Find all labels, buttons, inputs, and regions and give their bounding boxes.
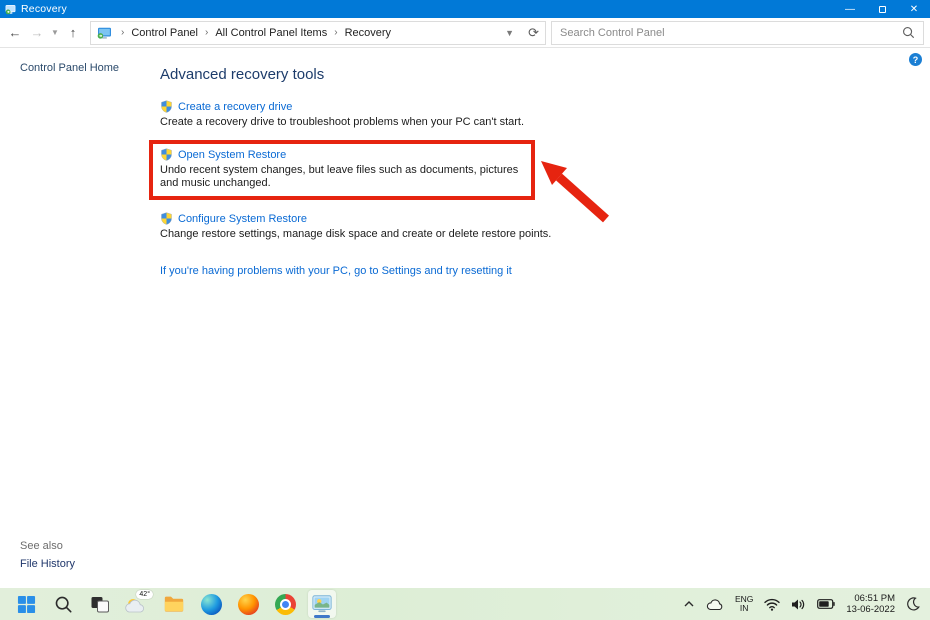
uac-shield-icon [160, 100, 173, 113]
breadcrumb-separator: › [327, 27, 344, 38]
configure-system-restore-link[interactable]: Configure System Restore [178, 213, 307, 225]
breadcrumb-control-panel[interactable]: Control Panel [131, 27, 198, 39]
configure-system-restore-description: Change restore settings, manage disk spa… [160, 228, 730, 241]
wifi-icon[interactable] [764, 598, 780, 611]
file-explorer-button[interactable] [160, 590, 188, 618]
sidebar-item-control-panel-home[interactable]: Control Panel Home [20, 62, 119, 74]
open-system-restore-description: Undo recent system changes, but leave fi… [160, 164, 524, 190]
task-view-icon [90, 594, 110, 614]
search-icon[interactable] [902, 26, 915, 39]
recovery-task-configure-system-restore: Configure System Restore Change restore … [160, 212, 730, 241]
help-button[interactable]: ? [909, 53, 922, 66]
uac-shield-icon [160, 212, 173, 225]
create-recovery-drive-description: Create a recovery drive to troubleshoot … [160, 116, 730, 129]
clock-time: 06:51 PM [846, 593, 895, 604]
recovery-task-create-drive: Create a recovery drive Create a recover… [160, 100, 730, 129]
go-to-settings-link[interactable]: If you're having problems with your PC, … [160, 265, 512, 277]
open-system-restore-link[interactable]: Open System Restore [178, 149, 286, 161]
back-button[interactable]: ← [4, 22, 26, 44]
uac-shield-icon [160, 148, 173, 161]
task-view-button[interactable] [86, 590, 114, 618]
taskbar-search-button[interactable] [49, 590, 77, 618]
clock-date: 13-06-2022 [846, 604, 895, 615]
minimize-button[interactable]: — [834, 0, 866, 18]
window-title: Recovery [21, 3, 67, 15]
firefox-button[interactable] [234, 590, 262, 618]
see-also-label: See also [20, 540, 63, 552]
show-hidden-icons-chevron-icon[interactable] [683, 600, 695, 608]
title-bar: Recovery — ✕ [0, 0, 930, 18]
widgets-weather-button[interactable]: 42° [123, 590, 151, 618]
sidebar-item-file-history[interactable]: File History [20, 558, 75, 570]
control-panel-icon [97, 27, 112, 39]
recovery-app-icon [5, 4, 16, 15]
chrome-button[interactable] [271, 590, 299, 618]
recovery-task-open-system-restore: Open System Restore Undo recent system c… [160, 148, 524, 190]
main-panel: Advanced recovery tools Create a recover… [160, 66, 730, 279]
control-panel-window-icon [311, 593, 333, 615]
chrome-icon [275, 594, 296, 615]
weather-temperature: 42° [136, 590, 153, 599]
search-box[interactable] [551, 21, 924, 45]
history-dropdown-chevron-icon[interactable]: ▼ [48, 22, 62, 44]
onedrive-cloud-icon[interactable] [706, 598, 724, 611]
window-content: ? Control Panel Home See also File Histo… [0, 48, 930, 588]
breadcrumb: › Control Panel › All Control Panel Item… [114, 27, 391, 39]
edge-icon [201, 594, 222, 615]
battery-icon[interactable] [817, 599, 835, 609]
close-button[interactable]: ✕ [898, 0, 930, 18]
forward-button[interactable]: → [26, 22, 48, 44]
search-icon [54, 595, 73, 614]
search-input[interactable] [560, 27, 902, 39]
navigation-toolbar: ← → ▼ ↑ › Control Panel › All Control Pa… [0, 18, 930, 48]
breadcrumb-separator: › [114, 27, 131, 38]
create-recovery-drive-link[interactable]: Create a recovery drive [178, 101, 292, 113]
start-button[interactable] [12, 590, 40, 618]
folder-icon [163, 593, 185, 615]
up-button[interactable]: ↑ [62, 22, 84, 44]
address-bar[interactable]: › Control Panel › All Control Panel Item… [90, 21, 546, 45]
breadcrumb-recovery[interactable]: Recovery [345, 27, 391, 39]
night-light-moon-icon[interactable] [906, 597, 920, 611]
highlight-box: Open System Restore Undo recent system c… [149, 140, 535, 200]
breadcrumb-separator: › [198, 27, 215, 38]
breadcrumb-all-items[interactable]: All Control Panel Items [215, 27, 327, 39]
control-panel-taskbar-button[interactable] [308, 590, 336, 618]
taskbar: 42° [0, 588, 930, 620]
clock[interactable]: 06:51 PM 13-06-2022 [846, 593, 895, 615]
refresh-icon[interactable]: ⟳ [528, 25, 539, 41]
maximize-icon [879, 6, 886, 13]
page-title: Advanced recovery tools [160, 66, 730, 83]
maximize-button[interactable] [866, 0, 898, 18]
language-indicator[interactable]: ENG IN [735, 595, 753, 613]
windows-logo-icon [17, 595, 36, 614]
firefox-icon [238, 594, 259, 615]
volume-icon[interactable] [791, 598, 806, 611]
edge-button[interactable] [197, 590, 225, 618]
active-app-indicator [314, 615, 330, 618]
address-dropdown-chevron-icon[interactable]: ▼ [505, 28, 514, 38]
